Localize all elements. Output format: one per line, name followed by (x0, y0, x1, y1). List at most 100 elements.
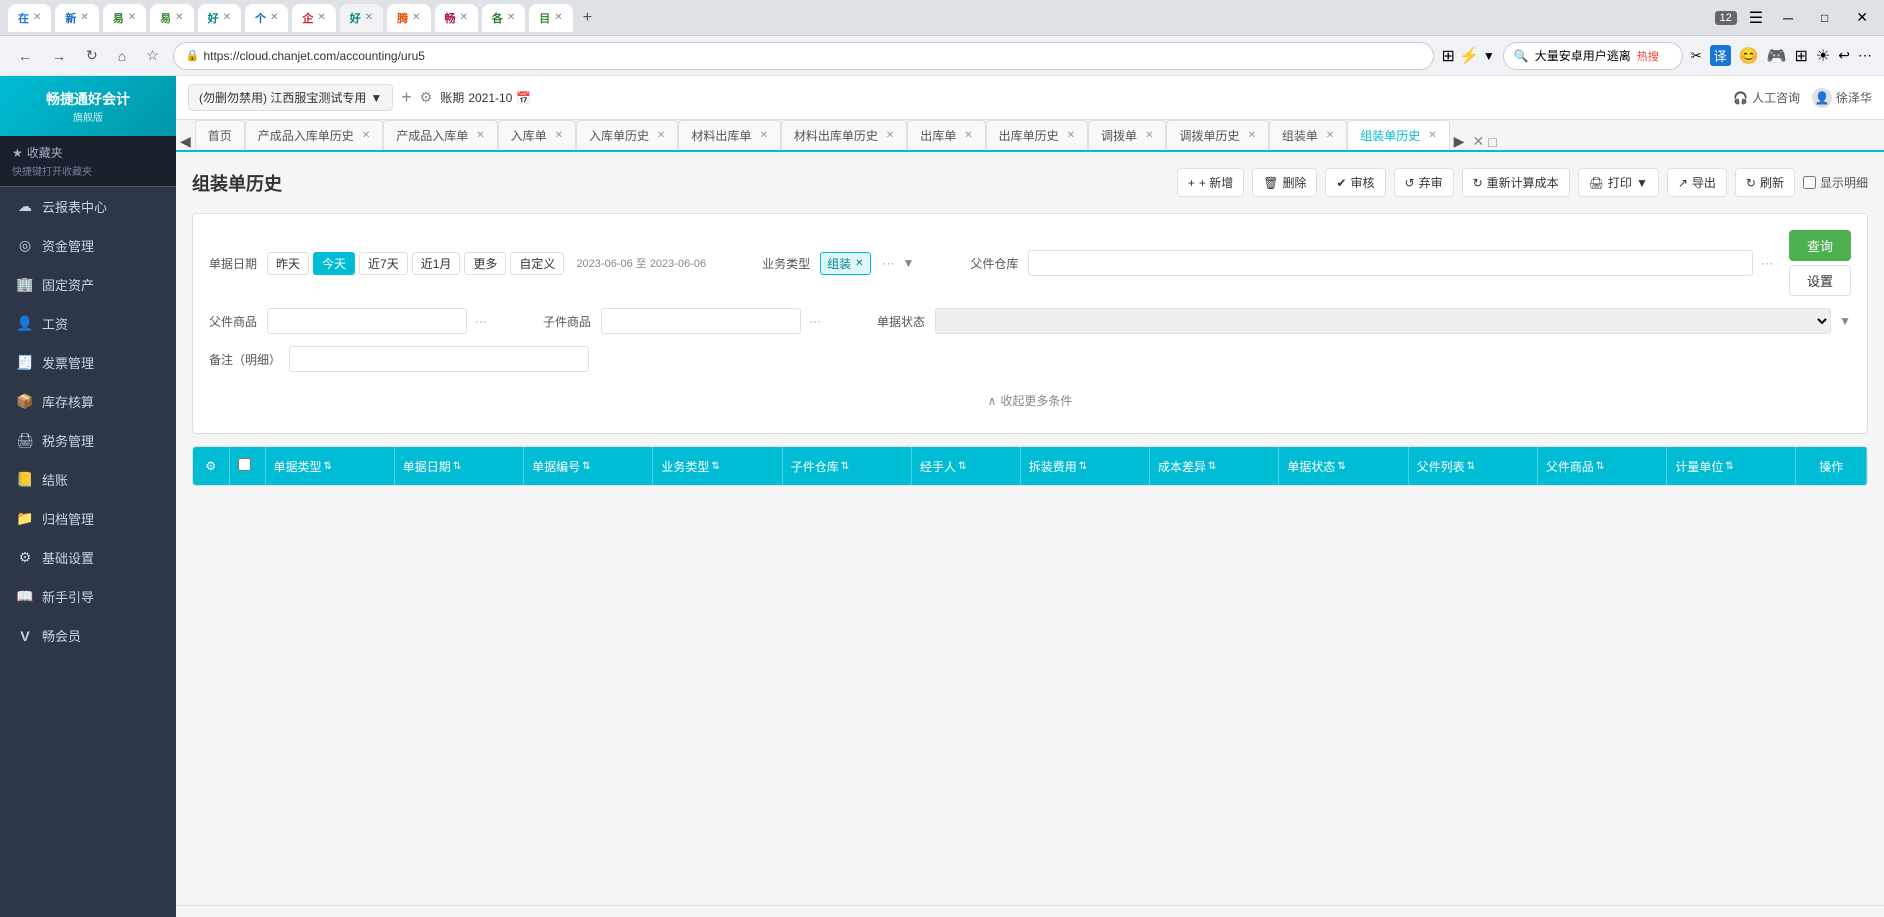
emoji-icon[interactable]: 😊 (1739, 46, 1759, 66)
tab-close-10[interactable]: ✕ (460, 12, 468, 23)
date-btn-1month[interactable]: 近1月 (412, 252, 461, 275)
tab-transfer[interactable]: 调拨单✕ (1088, 120, 1166, 150)
bottom-scrollbar[interactable] (176, 905, 1884, 917)
set-button[interactable]: 设置 (1789, 265, 1851, 296)
th-bill-date[interactable]: 单据日期 ⇅ (394, 447, 523, 485)
th-disassemble-fee[interactable]: 拆装费用 ⇅ (1020, 447, 1149, 485)
sidebar-item-guide[interactable]: 📖 新手引导 (0, 577, 176, 616)
tab-finished-goods-in[interactable]: 产成品入库单✕ (383, 120, 497, 150)
sidebar-item-fund[interactable]: ◎ 资金管理 (0, 226, 176, 265)
tab-material-out[interactable]: 材料出库单✕ (678, 120, 780, 150)
sidebar-item-tax[interactable]: 🖨 税务管理 (0, 421, 176, 460)
th-bill-status[interactable]: 单据状态 ⇅ (1279, 447, 1408, 485)
date-btn-today[interactable]: 今天 (313, 252, 355, 275)
browser-tab-1[interactable]: 在 ✕ (8, 4, 51, 32)
show-detail-checkbox[interactable]: 显示明细 (1803, 174, 1868, 191)
date-btn-7days[interactable]: 近7天 (359, 252, 408, 275)
browser-tab-4[interactable]: 易 ✕ (150, 4, 193, 32)
collapse-row[interactable]: ∧ 收起更多条件 (209, 384, 1851, 417)
tab-close-1[interactable]: ✕ (33, 12, 41, 23)
show-detail-input[interactable] (1803, 176, 1816, 189)
tab-close-9[interactable]: ✕ (412, 12, 420, 23)
tab-close[interactable]: ✕ (555, 130, 563, 141)
sidebar-item-basic-settings[interactable]: ⚙ 基础设置 (0, 538, 176, 577)
undo-icon[interactable]: ↩ (1838, 47, 1850, 64)
sidebar-item-close-account[interactable]: 📒 结账 (0, 460, 176, 499)
recalculate-button[interactable]: ↻ 重新计算成本 (1462, 168, 1570, 197)
game-icon[interactable]: 🎮 (1767, 46, 1787, 66)
lightning-icon[interactable]: ⚡ (1459, 46, 1479, 66)
tab-in-order-history[interactable]: 入库单历史✕ (576, 120, 678, 150)
tab-close-4[interactable]: ✕ (175, 12, 183, 23)
date-btn-custom[interactable]: 自定义 (510, 252, 564, 275)
user-profile[interactable]: 👤 徐泽华 (1812, 88, 1872, 108)
child-goods-more-icon[interactable]: ··· (809, 314, 821, 328)
abandon-button[interactable]: ↺ 弃审 (1394, 168, 1454, 197)
parent-warehouse-input[interactable] (1028, 250, 1753, 276)
parent-goods-input[interactable] (267, 308, 467, 334)
tab-close[interactable]: ✕ (1247, 130, 1255, 141)
th-unit[interactable]: 计量单位 ⇅ (1667, 447, 1796, 485)
tab-out-order-history[interactable]: 出库单历史✕ (986, 120, 1088, 150)
tab-finished-goods-in-history[interactable]: 产成品入库单历史✕ (245, 120, 383, 150)
browser-tab-8[interactable]: 好 ✕ (340, 4, 383, 32)
service-button[interactable]: 🎧 人工咨询 (1733, 89, 1800, 106)
company-selector[interactable]: (勿删勿禁用) 江西服宝测试专用 ▼ (188, 84, 393, 111)
bill-status-dropdown-icon[interactable]: ▼ (1839, 314, 1851, 328)
browser-tab-10[interactable]: 畅 ✕ (435, 4, 478, 32)
sidebar-item-fixed-assets[interactable]: 🏢 固定资产 (0, 265, 176, 304)
tab-bar-close[interactable]: ✕ (1472, 133, 1484, 150)
tab-close[interactable]: ✕ (657, 130, 665, 141)
add-company-button[interactable]: + (401, 87, 412, 108)
tab-bar-expand[interactable]: □ (1488, 134, 1496, 150)
browser-tab-11[interactable]: 各 ✕ (482, 4, 525, 32)
tab-scroll-right[interactable]: ▶ (1450, 133, 1469, 150)
sidebar-item-member[interactable]: V 畅会员 (0, 616, 176, 655)
tab-close-7[interactable]: ✕ (317, 12, 325, 23)
tab-close-11[interactable]: ✕ (507, 12, 515, 23)
tab-transfer-history[interactable]: 调拨单历史✕ (1166, 120, 1268, 150)
tab-close[interactable]: ✕ (362, 130, 370, 141)
browser-tab-12[interactable]: 目 ✕ (529, 4, 572, 32)
print-button[interactable]: 🖨 打印 ▼ (1578, 168, 1659, 197)
sidebar-item-archive[interactable]: 📁 归档管理 (0, 499, 176, 538)
calendar-icon[interactable]: 📅 (516, 91, 531, 105)
tab-close[interactable]: ✕ (1067, 130, 1075, 141)
translate-icon[interactable]: 译 (1710, 45, 1731, 66)
sidebar-item-invoice[interactable]: 🧾 发票管理 (0, 343, 176, 382)
sidebar-item-salary[interactable]: 👤 工资 (0, 304, 176, 343)
forward-button[interactable]: → (46, 46, 72, 66)
tab-close-active[interactable]: ✕ (1428, 130, 1436, 141)
th-parent-goods[interactable]: 父件商品 ⇅ (1537, 447, 1666, 485)
tab-close-8[interactable]: ✕ (365, 12, 373, 23)
tab-assembly-history[interactable]: 组装单历史✕ (1347, 120, 1449, 152)
browser-menu-icon[interactable]: ☰ (1749, 8, 1763, 28)
grid-icon[interactable]: ⊞ (1795, 46, 1808, 66)
delete-button[interactable]: 🗑 删除 (1252, 168, 1317, 197)
browser-tab-5[interactable]: 好 ✕ (198, 4, 241, 32)
close-button[interactable]: ✕ (1848, 9, 1876, 26)
scissors-icon[interactable]: ✂ (1691, 48, 1702, 64)
business-type-more-icon[interactable]: ··· (883, 256, 895, 270)
bookmark-button[interactable]: ☆ (140, 45, 165, 66)
tab-in-order[interactable]: 入库单✕ (498, 120, 576, 150)
query-button[interactable]: 查询 (1789, 230, 1851, 261)
reload-button[interactable]: ↻ (80, 45, 104, 66)
dropdown-arrow[interactable]: ▼ (1483, 49, 1495, 63)
tab-scroll-left[interactable]: ◀ (176, 133, 195, 150)
tab-close-12[interactable]: ✕ (554, 12, 562, 23)
tab-close-2[interactable]: ✕ (80, 12, 88, 23)
favorites-title[interactable]: ★ 收藏夹 (12, 144, 164, 161)
tab-close[interactable]: ✕ (1145, 130, 1153, 141)
tab-close-3[interactable]: ✕ (128, 12, 136, 23)
remark-input[interactable] (289, 346, 589, 372)
tab-close[interactable]: ✕ (759, 130, 767, 141)
th-biz-type[interactable]: 业务类型 ⇅ (653, 447, 782, 485)
parent-warehouse-more-icon[interactable]: ··· (1761, 256, 1773, 270)
tab-out-order[interactable]: 出库单✕ (907, 120, 985, 150)
col-settings-icon[interactable]: ⚙ (193, 447, 229, 485)
address-input[interactable]: 🔒 https://cloud.chanjet.com/accounting/u… (173, 42, 1434, 70)
settings-gear-button[interactable]: ⚙ (420, 89, 433, 106)
child-goods-input[interactable] (601, 308, 801, 334)
th-bill-type[interactable]: 单据类型 ⇅ (265, 447, 394, 485)
